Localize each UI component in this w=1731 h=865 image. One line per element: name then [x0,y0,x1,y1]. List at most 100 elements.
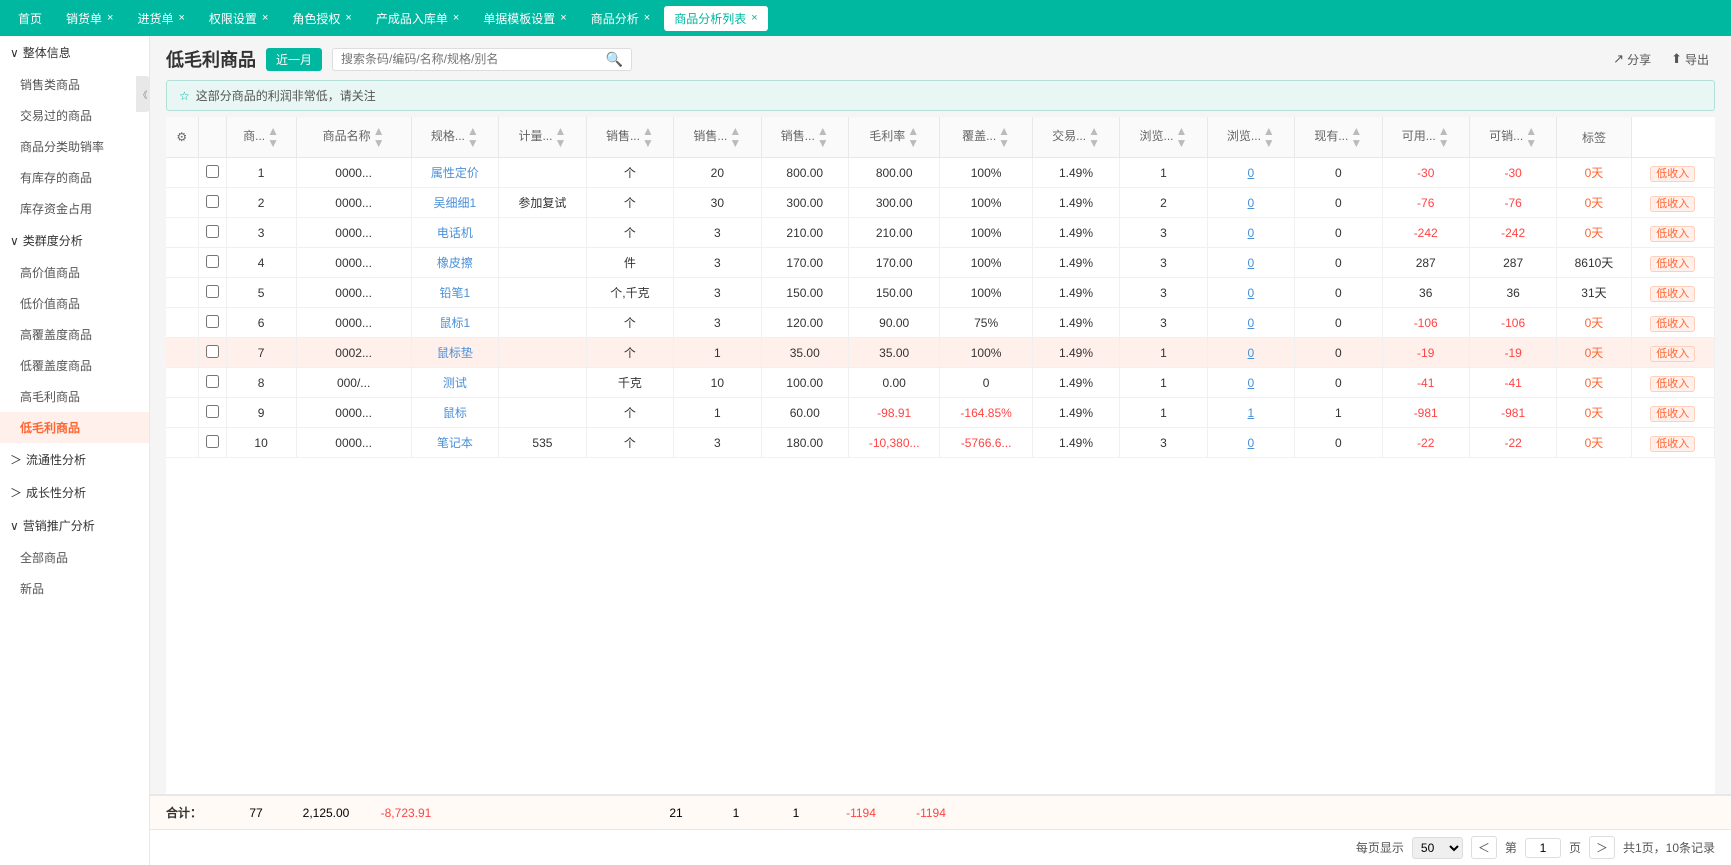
next-page-button[interactable]: ＞ [1589,836,1615,859]
gross-margin-column-header[interactable]: 毛利率▲▼ [848,117,939,158]
nav-purchase-order[interactable]: 进货单 × [127,6,194,31]
row-transaction: 3 [1120,308,1207,338]
nav-product-analysis[interactable]: 商品分析 × [581,6,660,31]
sidebar-group-growth[interactable]: ＞ 成长性分析 [0,476,149,509]
nav-close-icon[interactable]: × [453,12,459,24]
row-name[interactable]: 电话机 [411,218,499,248]
nav-product-analysis-list[interactable]: 商品分析列表 × [664,6,767,31]
sidebar-group-marketing[interactable]: ∨ 营销推广分析 [0,509,149,542]
nav-product-instock[interactable]: 产成品入库单 × [366,6,469,31]
current-stock-column-header[interactable]: 现有...▲▼ [1295,117,1382,158]
row-checkbox[interactable] [198,248,226,278]
row-views1[interactable]: 0 [1207,218,1294,248]
per-page-select[interactable]: 50 20 100 [1412,837,1463,859]
sales-price-column-header[interactable]: 销售...▲▼ [674,117,761,158]
sidebar-item-high-margin[interactable]: 高毛利商品 [0,381,149,412]
row-views1[interactable]: 0 [1207,308,1294,338]
nav-sales-order[interactable]: 销货单 × [56,6,123,31]
sidebar-item-low-value[interactable]: 低价值商品 [0,288,149,319]
row-checkbox[interactable] [198,368,226,398]
prev-page-button[interactable]: ＜ [1471,836,1497,859]
sidebar-item-traded-goods[interactable]: 交易过的商品 [0,100,149,131]
row-views1[interactable]: 0 [1207,338,1294,368]
available-column-header[interactable]: 可用...▲▼ [1382,117,1469,158]
row-name[interactable]: 鼠标 [411,398,499,428]
nav-close-icon[interactable]: × [107,12,113,24]
row-checkbox[interactable] [198,218,226,248]
unit-column-header[interactable]: 计量...▲▼ [499,117,587,158]
nav-close-icon[interactable]: × [751,12,757,24]
row-settings [166,158,198,188]
row-views1[interactable]: 0 [1207,368,1294,398]
sidebar-item-high-value[interactable]: 高价值商品 [0,257,149,288]
sales-qty-column-header[interactable]: 销售...▲▼ [586,117,673,158]
name-column-header[interactable]: 商品名称▲▼ [296,117,411,158]
row-settings [166,218,198,248]
row-views1[interactable]: 0 [1207,158,1294,188]
row-checkbox[interactable] [198,398,226,428]
row-views2: 0 [1295,248,1382,278]
row-checkbox[interactable] [198,338,226,368]
nav-close-icon[interactable]: × [345,12,351,24]
nav-close-icon[interactable]: × [560,12,566,24]
sidebar-group-circulation[interactable]: ＞ 流通性分析 [0,443,149,476]
row-name[interactable]: 属性定价 [411,158,499,188]
sidebar-item-category-rate[interactable]: 商品分类助销率 [0,131,149,162]
row-saleable-days: 0天 [1557,188,1631,218]
nav-close-icon[interactable]: × [644,12,650,24]
row-views1[interactable]: 1 [1207,398,1294,428]
sidebar-item-low-coverage[interactable]: 低覆盖度商品 [0,350,149,381]
row-views1[interactable]: 0 [1207,278,1294,308]
row-name[interactable]: 铅笔1 [411,278,499,308]
search-icon[interactable]: 🔍 [606,51,623,68]
row-checkbox[interactable] [198,158,226,188]
row-name[interactable]: 笔记本 [411,428,499,458]
sidebar-item-low-margin[interactable]: 低毛利商品 [0,412,149,443]
saleable-days-column-header[interactable]: 可销...▲▼ [1469,117,1556,158]
row-tag: 低收入 [1631,338,1714,368]
sidebar-item-stock-capital[interactable]: 库存资金占用 [0,193,149,224]
row-name[interactable]: 测试 [411,368,499,398]
sidebar-item-sales-goods[interactable]: 销售类商品 [0,69,149,100]
row-sales-amount: -10,380... [848,428,939,458]
search-input[interactable] [341,52,602,66]
nav-template-settings[interactable]: 单据模板设置 × [473,6,576,31]
sidebar-item-high-coverage[interactable]: 高覆盖度商品 [0,319,149,350]
page-number-input[interactable] [1525,838,1561,858]
row-name[interactable]: 鼠标垫 [411,338,499,368]
row-name[interactable]: 鼠标1 [411,308,499,338]
nav-permissions[interactable]: 权限设置 × [199,6,278,31]
row-checkbox[interactable] [198,428,226,458]
sales-amount-column-header[interactable]: 销售...▲▼ [761,117,848,158]
nav-close-icon[interactable]: × [262,12,268,24]
row-checkbox[interactable] [198,278,226,308]
row-checkbox[interactable] [198,308,226,338]
sidebar-item-all-goods[interactable]: 全部商品 [0,542,149,573]
spec-column-header[interactable]: 规格...▲▼ [411,117,499,158]
row-name[interactable]: 吴细细1 [411,188,499,218]
sidebar-group-cluster[interactable]: ∨ 类群度分析 [0,224,149,257]
code-column-header[interactable]: 商...▲▼ [226,117,296,158]
coverage-column-header[interactable]: 覆盖...▲▼ [940,117,1032,158]
row-views1[interactable]: 0 [1207,248,1294,278]
settings-column-header[interactable]: ⚙ [166,117,198,158]
row-checkbox[interactable] [198,188,226,218]
share-button[interactable]: ↗ 分享 [1607,48,1657,71]
sidebar-collapse-button[interactable]: 《 [136,76,150,112]
row-views1[interactable]: 0 [1207,188,1294,218]
row-gross-margin: 100% [940,158,1032,188]
row-tag: 低收入 [1631,278,1714,308]
nav-home[interactable]: 首页 [8,6,52,31]
row-name[interactable]: 橡皮擦 [411,248,499,278]
views1-column-header[interactable]: 浏览...▲▼ [1120,117,1207,158]
export-button[interactable]: ⬆ 导出 [1665,48,1715,71]
nav-role-auth[interactable]: 角色授权 × [282,6,361,31]
row-views1[interactable]: 0 [1207,428,1294,458]
transaction-column-header[interactable]: 交易...▲▼ [1032,117,1119,158]
views2-column-header[interactable]: 浏览...▲▼ [1207,117,1294,158]
sidebar-group-overview[interactable]: ∨ 整体信息 [0,36,149,69]
sidebar-item-new-goods[interactable]: 新品 [0,573,149,604]
filter-recent-month-button[interactable]: 近一月 [266,48,322,71]
sidebar-item-in-stock[interactable]: 有库存的商品 [0,162,149,193]
nav-close-icon[interactable]: × [178,12,184,24]
